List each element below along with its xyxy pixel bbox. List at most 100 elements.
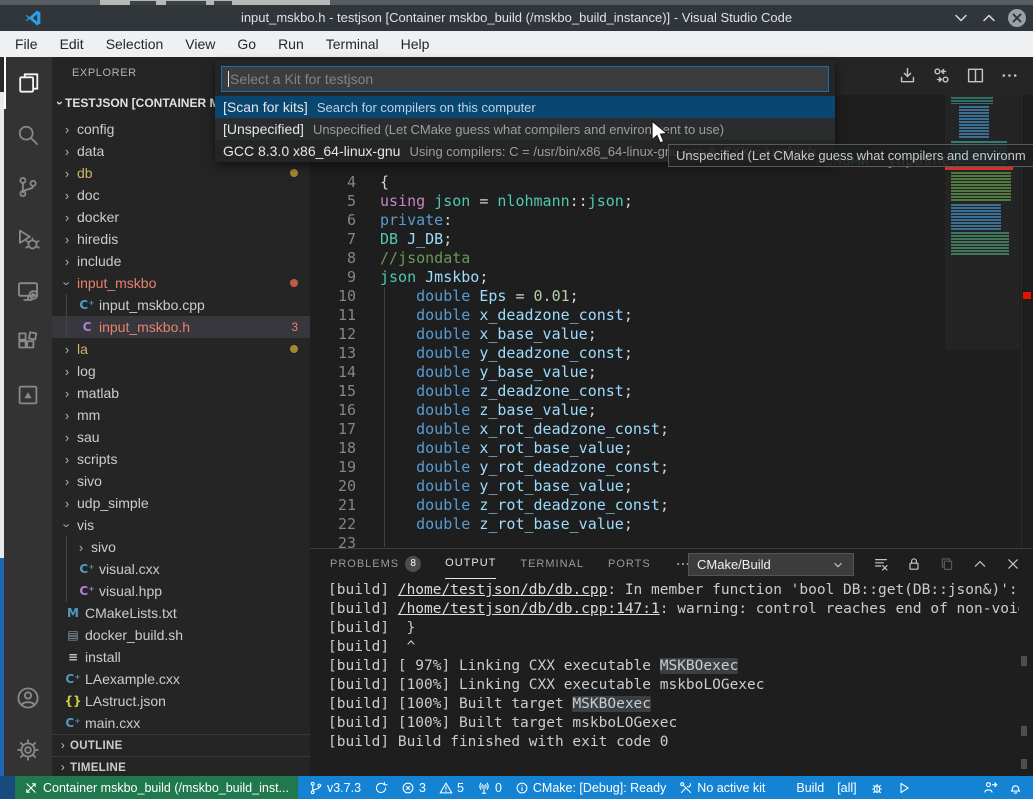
menu-item-view[interactable]: View: [174, 31, 226, 57]
close-button[interactable]: [1007, 8, 1027, 28]
tree-item-sivo[interactable]: › sivo: [52, 536, 310, 558]
tree-item-label: sau: [77, 429, 100, 445]
maximize-button[interactable]: [979, 8, 999, 28]
sidebar-section-timeline[interactable]: › TIMELINE: [52, 756, 310, 776]
status-item-feedback[interactable]: [983, 780, 998, 795]
open-changes-button[interactable]: [932, 66, 951, 85]
activity-bar-item-remote-explorer[interactable]: [4, 265, 52, 317]
tree-item-hiredis[interactable]: › hiredis: [52, 228, 310, 250]
activity-bar-item-extensions[interactable]: [4, 317, 52, 369]
tree-item-main.cxx[interactable]: C⁺ main.cxx: [52, 712, 310, 734]
tree-item-sau[interactable]: › sau: [52, 426, 310, 448]
scrollbar-mark: [1021, 726, 1027, 736]
file-link[interactable]: /home/testjson/db/db.cpp: [398, 582, 608, 598]
activity-bar-item-accounts[interactable]: [4, 672, 52, 724]
tree-item-install[interactable]: ≡ install: [52, 646, 310, 668]
activity-bar-item-explorer[interactable]: [4, 57, 52, 109]
status-item-sync[interactable]: [369, 781, 393, 795]
chevron-right-icon: ›: [64, 121, 70, 137]
clear-output-button[interactable]: [873, 556, 889, 572]
sidebar-section-outline[interactable]: › OUTLINE: [52, 734, 310, 756]
tree-item-input_mskbo.h[interactable]: Cinput_mskbo.h 3: [52, 316, 310, 338]
split-editor-button[interactable]: [966, 66, 985, 85]
tree-item-log[interactable]: › log: [52, 360, 310, 382]
quickpick-input-box[interactable]: [221, 66, 829, 92]
tree-item-label: visual.cxx: [99, 561, 160, 577]
status-item-build-target[interactable]: [all]: [832, 781, 861, 795]
activity-bar-item-settings[interactable]: [4, 724, 52, 776]
panel-actions: [873, 556, 1021, 572]
tree-item-CMakeLists.txt[interactable]: M CMakeLists.txt: [52, 602, 310, 624]
menu-item-file[interactable]: File: [4, 31, 49, 57]
indent-guide: [66, 558, 67, 580]
hpp-file-icon: C⁺: [79, 584, 95, 598]
tree-item-sivo[interactable]: › sivo: [52, 470, 310, 492]
maximize-panel-button[interactable]: [972, 556, 988, 572]
file-link[interactable]: /home/testjson/db/db.cpp:147:1: [398, 601, 660, 617]
panel-tab-label: OUTPUT: [445, 549, 497, 579]
status-item-problems-warnings[interactable]: 5: [434, 781, 469, 795]
remote-indicator[interactable]: Container mskbo_build (/mskbo_build_inst…: [15, 776, 298, 799]
status-item-launch-button[interactable]: [892, 781, 916, 795]
tree-item-la[interactable]: › la: [52, 338, 310, 360]
status-item-cmake-status[interactable]: CMake: [Debug]: Ready: [510, 781, 671, 795]
menu-item-edit[interactable]: Edit: [49, 31, 95, 57]
status-item-debug-button[interactable]: [865, 781, 889, 795]
menu-item-selection[interactable]: Selection: [95, 31, 175, 57]
tree-item-vis[interactable]: › vis: [52, 514, 310, 536]
chevron-down-icon: ›: [53, 101, 67, 105]
output-console[interactable]: [build] /home/testjson/db/db.cpp: In mem…: [328, 581, 1019, 776]
tree-item-matlab[interactable]: › matlab: [52, 382, 310, 404]
tree-item-udp_simple[interactable]: › udp_simple: [52, 492, 310, 514]
tree-item-mm[interactable]: › mm: [52, 404, 310, 426]
scrollbar-mark: [1021, 759, 1027, 769]
status-item-problems-errors[interactable]: 3: [396, 781, 431, 795]
line-number: 4: [346, 173, 356, 191]
tree-item-scripts[interactable]: › scripts: [52, 448, 310, 470]
panel-tab-output[interactable]: OUTPUT: [433, 549, 508, 579]
status-item-git-tag[interactable]: v3.7.3: [304, 781, 366, 795]
run-build-button[interactable]: [898, 66, 917, 85]
activity-bar-item-run-debug[interactable]: [4, 213, 52, 265]
activity-bar-item-search[interactable]: [4, 109, 52, 161]
lock-scroll-button[interactable]: [906, 556, 922, 572]
quickpick-item[interactable]: [Unspecified] Unspecified (Let CMake gues…: [215, 118, 835, 140]
menu-item-terminal[interactable]: Terminal: [315, 31, 390, 57]
tree-item-visual.hpp[interactable]: C⁺ visual.hpp: [52, 580, 310, 602]
menu-item-run[interactable]: Run: [267, 31, 315, 57]
tree-item-LAexample.cxx[interactable]: C⁺ LAexample.cxx: [52, 668, 310, 690]
tree-item-visual.cxx[interactable]: C⁺ visual.cxx: [52, 558, 310, 580]
tree-item-docker_build.sh[interactable]: ▤ docker_build.sh: [52, 624, 310, 646]
activity-bar-item-source-control[interactable]: [4, 161, 52, 213]
tree-item-doc[interactable]: › doc: [52, 184, 310, 206]
tree-item-docker[interactable]: › docker: [52, 206, 310, 228]
copy-button[interactable]: [939, 556, 955, 572]
quickpick-item[interactable]: [Scan for kits] Search for compilers on t…: [215, 96, 835, 118]
radio-tower-icon: [477, 781, 491, 795]
minimize-button[interactable]: [951, 8, 971, 28]
tree-item-db[interactable]: › db: [52, 162, 310, 184]
tree-item-label: log: [77, 363, 96, 379]
panel-tab-ports[interactable]: PORTS: [596, 550, 663, 579]
panel-tab-problems[interactable]: PROBLEMS 8: [318, 550, 433, 579]
status-item-notifications[interactable]: [1008, 780, 1023, 795]
status-item-active-kit[interactable]: No active kit: [674, 781, 770, 795]
menu-item-go[interactable]: Go: [226, 31, 267, 57]
quickpick-input[interactable]: [230, 71, 822, 87]
tree-item-input_mskbo.cpp[interactable]: C⁺ input_mskbo.cpp: [52, 294, 310, 316]
search-icon: [16, 123, 40, 147]
more-actions-button[interactable]: [1000, 66, 1019, 85]
panel-tab-terminal[interactable]: TERMINAL: [508, 550, 596, 579]
tree-item-include[interactable]: › include: [52, 250, 310, 272]
activity-bar-item-test-explorer[interactable]: [4, 369, 52, 421]
tree-item-input_mskbo[interactable]: › input_mskbo: [52, 272, 310, 294]
close-panel-button[interactable]: [1005, 556, 1021, 572]
status-item-ports[interactable]: 0: [472, 781, 507, 795]
output-channel-select[interactable]: CMake/Build: [688, 553, 854, 576]
code-text: double x_deadzone_const;: [416, 306, 633, 324]
tree-item-LAstruct.json[interactable]: {} LAstruct.json: [52, 690, 310, 712]
line-number: 8: [346, 249, 356, 267]
menu-item-help[interactable]: Help: [390, 31, 441, 57]
status-item-build-button[interactable]: Build: [773, 781, 829, 795]
scrollbar-mark: [1021, 656, 1027, 666]
